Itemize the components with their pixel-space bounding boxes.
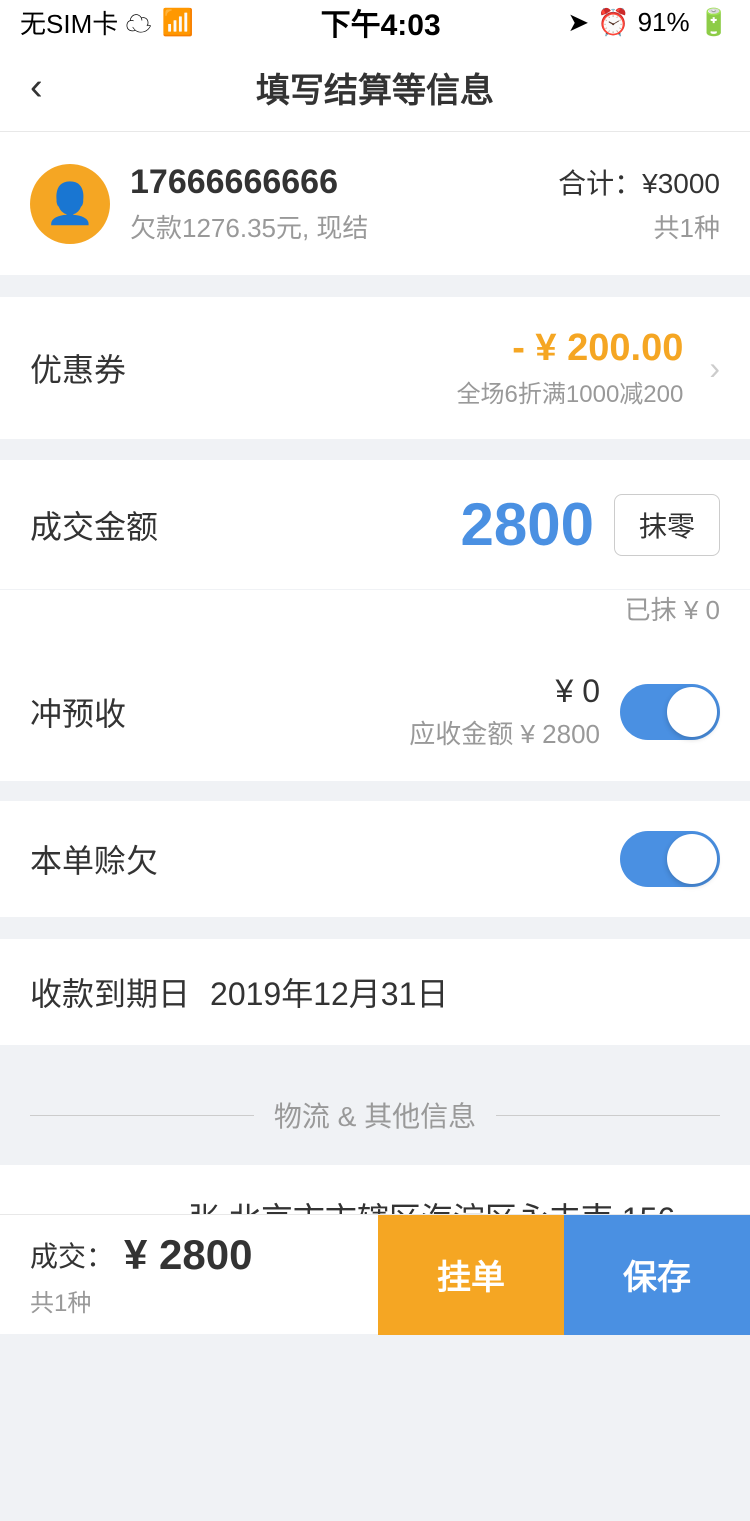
due-date-value: 2019年12月31日 xyxy=(210,969,448,1015)
divider-4 xyxy=(0,919,750,939)
location-icon: ➤ xyxy=(567,7,589,38)
deal-amount-row: 成交金额 2800 抹零 xyxy=(0,460,750,590)
footer-deal: 成交： ¥ 2800 xyxy=(30,1231,348,1279)
footer-deal-label: 成交： xyxy=(30,1235,114,1275)
prepay-receivable: 应收金额 ¥ 2800 xyxy=(409,714,600,751)
customer-right: 合计：¥3000 共1种 xyxy=(558,162,720,245)
coupon-discount: - ¥ 200.00 xyxy=(457,327,684,370)
divider-line-left xyxy=(30,1115,254,1116)
deal-sub-text: 已抹 ¥ 0 xyxy=(0,590,750,643)
divider-1 xyxy=(0,277,750,297)
divider-2 xyxy=(0,440,750,460)
status-bar: 无SIM卡 ☁ 📶 下午4:03 ➤ ⏰ 91% 🔋 xyxy=(0,0,750,44)
battery-icon: 🔋 xyxy=(698,7,730,38)
nav-title: 填写结算等信息 xyxy=(256,63,494,112)
total-label: 合计：¥3000 xyxy=(558,162,720,202)
deal-amount-label: 成交金额 xyxy=(30,502,158,548)
coupon-right: - ¥ 200.00 全场6折满1000减200 › xyxy=(457,327,720,409)
coupon-row[interactable]: 优惠券 - ¥ 200.00 全场6折满1000减200 › xyxy=(0,297,750,440)
debt-toggle-knob xyxy=(667,834,717,884)
prepay-right: ¥ 0 应收金额 ¥ 2800 xyxy=(409,673,720,751)
round-button[interactable]: 抹零 xyxy=(614,494,720,556)
footer-count: 共1种 xyxy=(30,1283,348,1318)
status-right: ➤ ⏰ 91% 🔋 xyxy=(567,7,730,38)
footer: 成交： ¥ 2800 共1种 挂单 保存 xyxy=(0,1214,750,1334)
coupon-desc: 全场6折满1000减200 xyxy=(457,374,684,409)
no-sim-text: 无SIM卡 ☁ xyxy=(20,4,151,41)
wifi-icon: 📶 xyxy=(161,7,193,38)
deal-amount-value: 2800 xyxy=(461,490,594,559)
hang-order-button[interactable]: 挂单 xyxy=(378,1215,564,1335)
alarm-icon: ⏰ xyxy=(597,7,629,38)
prepay-label: 冲预收 xyxy=(30,689,126,735)
coupon-label: 优惠券 xyxy=(30,345,126,391)
debt-row: 本单赊欠 xyxy=(0,801,750,917)
prepay-toggle[interactable] xyxy=(620,684,720,740)
debt-label: 本单赊欠 xyxy=(30,836,158,882)
toggle-knob xyxy=(667,687,717,737)
due-date-row: 收款到期日 2019年12月31日 xyxy=(0,939,750,1045)
footer-deal-amount: ¥ 2800 xyxy=(124,1231,252,1279)
total-count: 共1种 xyxy=(558,208,720,245)
due-date-label: 收款到期日 xyxy=(30,969,190,1015)
deal-amount-right: 2800 抹零 xyxy=(461,490,721,559)
customer-phone: 17666666666 xyxy=(130,163,368,202)
customer-card: 👤 17666666666 欠款1276.35元, 现结 合计：¥3000 共1… xyxy=(0,132,750,275)
prepay-amount-value: ¥ 0 xyxy=(409,673,600,710)
divider-3 xyxy=(0,781,750,801)
status-left: 无SIM卡 ☁ 📶 xyxy=(20,4,194,41)
divider-5 xyxy=(0,1045,750,1065)
debt-toggle[interactable] xyxy=(620,831,720,887)
customer-debt: 欠款1276.35元, 现结 xyxy=(130,208,368,245)
logistics-divider-text: 物流 & 其他信息 xyxy=(274,1095,476,1135)
prepay-amount-info: ¥ 0 应收金额 ¥ 2800 xyxy=(409,673,600,751)
battery-text: 91% xyxy=(638,7,690,38)
footer-summary: 成交： ¥ 2800 共1种 xyxy=(0,1231,378,1318)
divider-line-right xyxy=(496,1115,720,1116)
customer-info: 17666666666 欠款1276.35元, 现结 xyxy=(130,163,368,245)
customer-left: 👤 17666666666 欠款1276.35元, 现结 xyxy=(30,163,368,245)
prepay-row: 冲预收 ¥ 0 应收金额 ¥ 2800 xyxy=(0,643,750,781)
status-time: 下午4:03 xyxy=(321,0,441,44)
coupon-chevron-icon: › xyxy=(709,350,720,387)
nav-bar: ‹ 填写结算等信息 xyxy=(0,44,750,132)
logistics-divider: 物流 & 其他信息 xyxy=(0,1065,750,1165)
avatar: 👤 xyxy=(30,164,110,244)
back-button[interactable]: ‹ xyxy=(30,56,63,119)
bottom-spacer xyxy=(0,1321,750,1521)
save-button[interactable]: 保存 xyxy=(564,1215,750,1335)
